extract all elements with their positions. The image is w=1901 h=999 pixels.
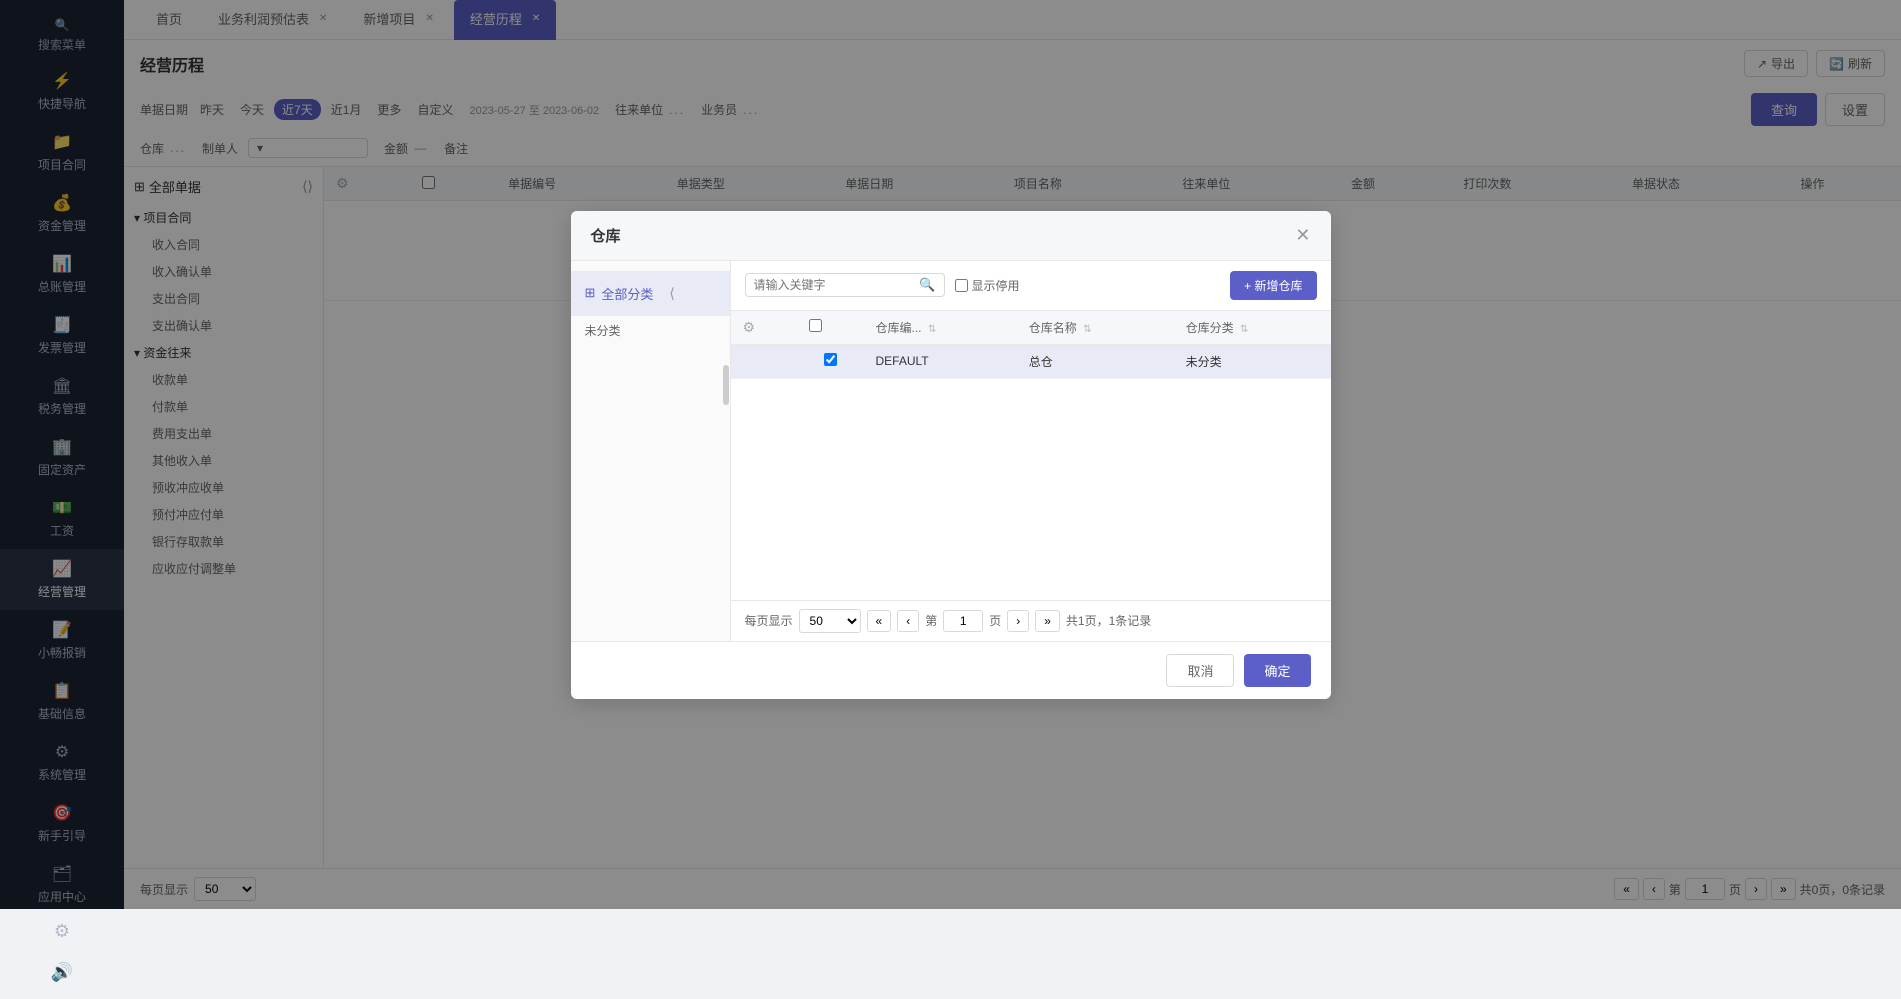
modal-close-btn[interactable]: ✕ xyxy=(1295,225,1310,246)
modal-per-page-select[interactable]: 50 xyxy=(799,609,861,633)
sort-name-icon[interactable]: ⇅ xyxy=(1083,324,1091,335)
modal-row-name: 总仓 xyxy=(1017,344,1174,378)
modal-row-checkbox[interactable] xyxy=(797,344,864,378)
modal-category-panel: ⊞ 全部分类 ⟨ 未分类 xyxy=(571,261,731,641)
add-warehouse-btn[interactable]: + 新增仓库 xyxy=(1230,271,1316,300)
modal-title: 仓库 xyxy=(591,225,621,246)
modal-page-suffix: 页 xyxy=(989,612,1001,629)
modal-page-label: 第 xyxy=(925,612,937,629)
modal-row-select[interactable] xyxy=(824,353,837,366)
modal-cat-uncat-label: 未分类 xyxy=(585,324,621,338)
modal-th-gear: ⚙ xyxy=(731,311,797,345)
modal-th-checkbox[interactable] xyxy=(797,311,864,345)
warehouse-modal: 仓库 ✕ ⊞ 全部分类 ⟨ 未分类 xyxy=(571,211,1331,699)
modal-search-input[interactable] xyxy=(754,278,916,292)
modal-th-code: 仓库编... ⇅ xyxy=(864,311,1017,345)
left-collapse-icon[interactable]: ⟨ xyxy=(659,279,684,308)
modal-right-panel: 🔍 显示停用 + 新增仓库 ⚙ xyxy=(731,261,1331,641)
modal-cancel-btn[interactable]: 取消 xyxy=(1166,654,1234,687)
modal-overlay[interactable]: 仓库 ✕ ⊞ 全部分类 ⟨ 未分类 xyxy=(0,0,1901,909)
modal-total-label: 共1页，1条记录 xyxy=(1066,612,1151,629)
modal-search-wrap: 🔍 xyxy=(745,273,945,297)
modal-table-wrap: ⚙ 仓库编... ⇅ 仓库名称 ⇅ xyxy=(731,311,1331,600)
modal-next-btn[interactable]: › xyxy=(1007,610,1029,632)
modal-cat-uncat[interactable]: 未分类 xyxy=(571,316,730,345)
modal-per-page-label: 每页显示 xyxy=(745,612,793,629)
modal-confirm-btn[interactable]: 确定 xyxy=(1244,654,1310,687)
modal-prev-btn[interactable]: ‹ xyxy=(897,610,919,632)
settings-icon[interactable]: ⚙ xyxy=(48,915,76,948)
modal-select-all[interactable] xyxy=(809,319,822,332)
modal-th-category: 仓库分类 ⇅ xyxy=(1174,311,1331,345)
modal-header: 仓库 ✕ xyxy=(571,211,1331,261)
modal-th-name: 仓库名称 ⇅ xyxy=(1017,311,1174,345)
modal-row-category: 未分类 xyxy=(1174,344,1331,378)
modal-footer: 取消 确定 xyxy=(571,641,1331,699)
sort-code-icon[interactable]: ⇅ xyxy=(928,324,936,335)
modal-last-btn[interactable]: » xyxy=(1035,610,1060,632)
show-disabled-checkbox[interactable] xyxy=(955,279,968,292)
modal-warehouse-table: ⚙ 仓库编... ⇅ 仓库名称 ⇅ xyxy=(731,311,1331,379)
modal-cat-all[interactable]: ⊞ 全部分类 ⟨ xyxy=(571,271,730,316)
show-disabled-text: 显示停用 xyxy=(972,277,1020,294)
modal-body: ⊞ 全部分类 ⟨ 未分类 xyxy=(571,261,1331,641)
volume-icon[interactable]: 🔊 xyxy=(45,956,79,989)
modal-row-gear xyxy=(731,344,797,378)
show-disabled-label[interactable]: 显示停用 xyxy=(955,277,1020,294)
modal-first-btn[interactable]: « xyxy=(867,610,892,632)
modal-table-row[interactable]: DEFAULT 总仓 未分类 xyxy=(731,344,1331,378)
modal-toolbar: 🔍 显示停用 + 新增仓库 xyxy=(731,261,1331,311)
modal-cat-all-label: 全部分类 xyxy=(601,284,653,303)
modal-page-input[interactable] xyxy=(943,610,983,632)
sort-cat-icon[interactable]: ⇅ xyxy=(1240,324,1248,335)
modal-pagination: 每页显示 50 « ‹ 第 页 › » 共1页，1条记录 xyxy=(731,600,1331,641)
modal-row-code: DEFAULT xyxy=(864,344,1017,378)
grid-icon-modal: ⊞ xyxy=(585,285,596,301)
modal-search-icon: 🔍 xyxy=(919,277,935,293)
